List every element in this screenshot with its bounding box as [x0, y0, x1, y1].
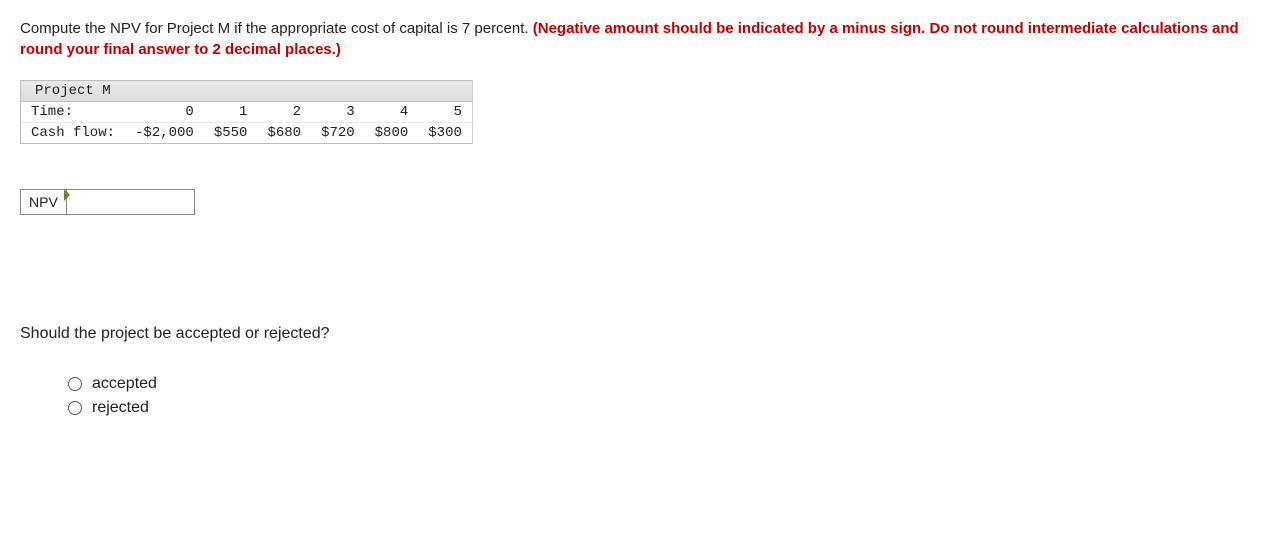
cell: $300 — [418, 123, 472, 144]
cell: $800 — [365, 123, 419, 144]
npv-label: NPV — [20, 189, 67, 215]
cell: 0 — [125, 102, 204, 123]
table-title: Project M — [21, 81, 473, 102]
radio-label: rejected — [92, 399, 149, 417]
npv-row: NPV — [20, 189, 1261, 215]
cell: 2 — [257, 102, 311, 123]
cashflow-table: Project M Time: 0 1 2 3 4 5 Cash flow: -… — [20, 80, 473, 144]
radio-item-rejected[interactable]: rejected — [68, 399, 1261, 417]
radio-circle-icon[interactable] — [68, 401, 82, 415]
prompt-part1: Compute the NPV for Project M if the app… — [20, 20, 533, 37]
cell: $550 — [204, 123, 258, 144]
table-row: Cash flow: -$2,000 $550 $680 $720 $800 $… — [21, 123, 473, 144]
radio-circle-icon[interactable] — [68, 377, 82, 391]
cell: $720 — [311, 123, 365, 144]
cell: 1 — [204, 102, 258, 123]
row-label: Time: — [21, 102, 126, 123]
cell: 5 — [418, 102, 472, 123]
npv-input[interactable] — [67, 190, 194, 214]
decision-question: Should the project be accepted or reject… — [20, 325, 1261, 343]
cell: $680 — [257, 123, 311, 144]
cell: 3 — [311, 102, 365, 123]
row-label: Cash flow: — [21, 123, 126, 144]
cell: 4 — [365, 102, 419, 123]
question-prompt: Compute the NPV for Project M if the app… — [20, 18, 1261, 60]
radio-item-accepted[interactable]: accepted — [68, 375, 1261, 393]
npv-input-cell[interactable] — [67, 189, 195, 215]
radio-group: accepted rejected — [20, 375, 1261, 417]
cell: -$2,000 — [125, 123, 204, 144]
radio-label: accepted — [92, 375, 157, 393]
table-row: Time: 0 1 2 3 4 5 — [21, 102, 473, 123]
